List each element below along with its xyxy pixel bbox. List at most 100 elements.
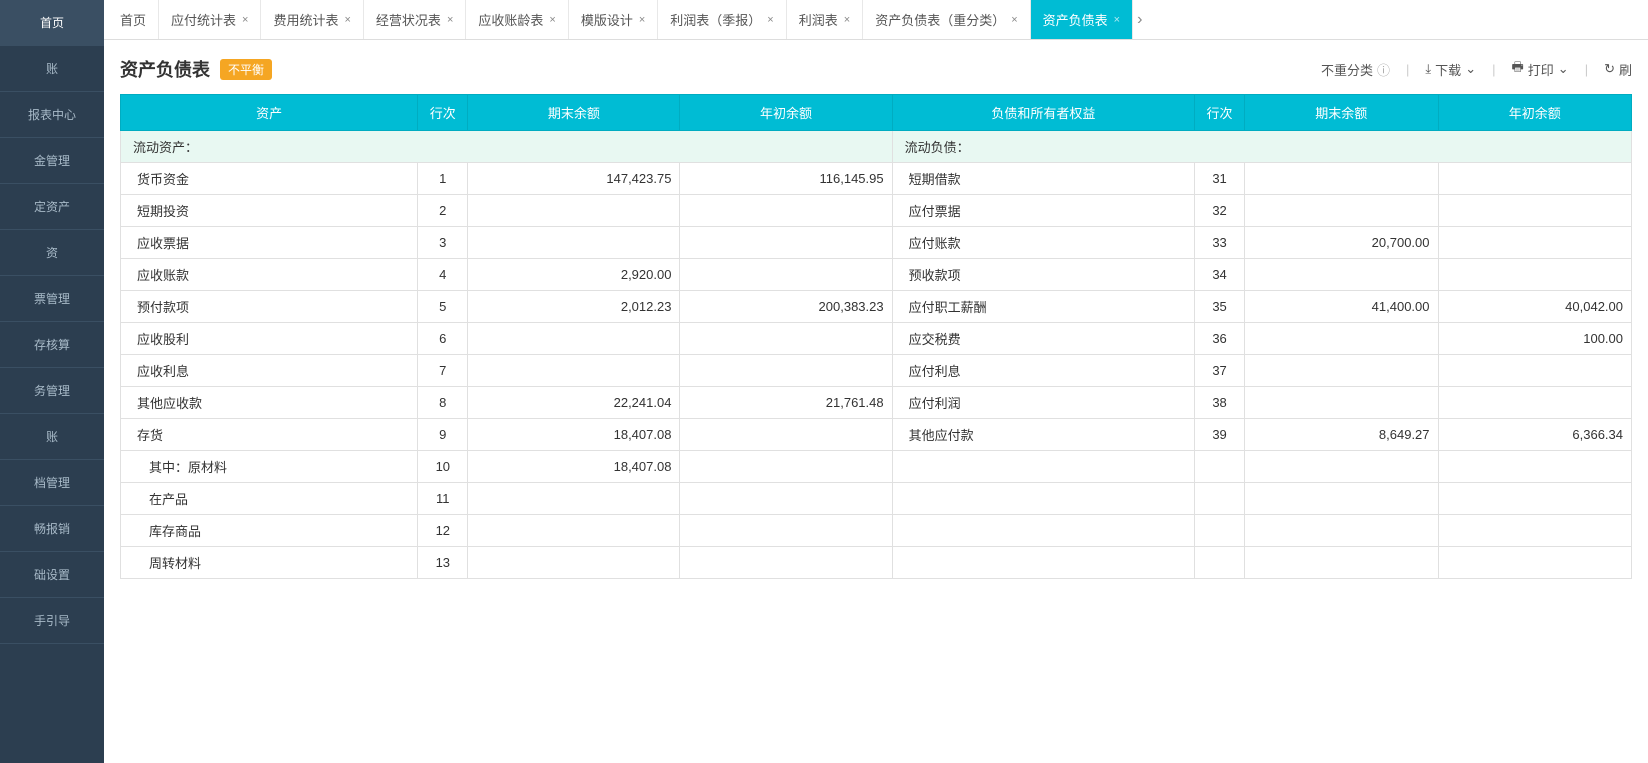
close-tab-bs[interactable]: × [1114, 14, 1120, 26]
table-row[interactable]: 应收利息 7 应付利息 37 [121, 355, 1632, 387]
cell-year-bal [680, 515, 892, 547]
cell-year-bal2 [1438, 227, 1631, 259]
table-row[interactable]: 在产品 11 [121, 483, 1632, 515]
table-row[interactable]: 库存商品 12 [121, 515, 1632, 547]
sidebar-item-business[interactable]: 务管理 [0, 368, 104, 414]
cell-end-bal: 2,012.23 [468, 291, 680, 323]
cell-end-bal2 [1245, 387, 1438, 419]
sidebar-item-invoice[interactable]: 票管理 [0, 276, 104, 322]
sidebar-item-report-center[interactable]: 报表中心 [0, 92, 104, 138]
cell-end-bal2 [1245, 259, 1438, 291]
main-content: 首页 应付统计表 × 费用统计表 × 经营状况表 × 应收账龄表 × 模版设计 … [104, 0, 1648, 763]
tab-profit[interactable]: 利润表 × [787, 0, 863, 40]
no-reclassify-btn[interactable]: 不重分类 ⓘ [1321, 60, 1390, 79]
table-row[interactable]: 应收票据 3 应付账款 33 20,700.00 [121, 227, 1632, 259]
tab-bs-reclassified[interactable]: 资产负债表（重分类） × [863, 0, 1030, 40]
table-row[interactable]: 短期投资 2 应付票据 32 [121, 195, 1632, 227]
tab-profit-q[interactable]: 利润表（季报） × [658, 0, 786, 40]
group-label-assets: 流动资产： [121, 131, 893, 163]
sidebar-item-archive[interactable]: 档管理 [0, 460, 104, 506]
table-row[interactable]: 周转材料 13 [121, 547, 1632, 579]
col-header-year-start-balance2: 年初余额 [1438, 95, 1631, 131]
tab-scroll-right[interactable]: › [1137, 11, 1142, 29]
cell-row-num: 12 [418, 515, 468, 547]
close-tab-ar-age[interactable]: × [549, 14, 555, 26]
sidebar-item-fixed-assets[interactable]: 定资产 [0, 184, 104, 230]
table-row[interactable]: 应收账款 4 2,920.00 预收款项 34 [121, 259, 1632, 291]
table-row[interactable]: 应收股利 6 应交税费 36 100.00 [121, 323, 1632, 355]
cell-year-bal2 [1438, 355, 1631, 387]
tab-bs[interactable]: 资产负债表 × [1031, 0, 1133, 40]
page-body: 资产负债表 不平衡 不重分类 ⓘ | ⤓ 下载 ⌄ | 🖶 打印 ⌄ [104, 40, 1648, 763]
sidebar-item-assets[interactable]: 资 [0, 230, 104, 276]
tab-business-stat[interactable]: 经营状况表 × [364, 0, 466, 40]
cell-row-num2 [1195, 451, 1245, 483]
cell-liability: 应付票据 [892, 195, 1194, 227]
cell-row-num2: 35 [1195, 291, 1245, 323]
cell-asset: 短期投资 [121, 195, 418, 227]
cell-row-num: 4 [418, 259, 468, 291]
close-tab-profit-q[interactable]: × [767, 14, 773, 26]
close-tab-template[interactable]: × [639, 14, 645, 26]
cell-year-bal [680, 355, 892, 387]
sidebar-item-home[interactable]: 首页 [0, 0, 104, 46]
cell-row-num2: 34 [1195, 259, 1245, 291]
cell-end-bal2: 41,400.00 [1245, 291, 1438, 323]
cell-asset: 存货 [121, 419, 418, 451]
cell-year-bal: 116,145.95 [680, 163, 892, 195]
sidebar-item-ledger[interactable]: 账 [0, 414, 104, 460]
page-actions: 不重分类 ⓘ | ⤓ 下载 ⌄ | 🖶 打印 ⌄ | ↻ 刷 [1321, 58, 1632, 80]
tab-ar-age[interactable]: 应收账龄表 × [466, 0, 568, 40]
sidebar-item-expense[interactable]: 畅报销 [0, 506, 104, 552]
cell-liability: 应付利息 [892, 355, 1194, 387]
cell-liability: 应付利润 [892, 387, 1194, 419]
table-row[interactable]: 存货 9 18,407.08 其他应付款 39 8,649.27 6,366.3… [121, 419, 1632, 451]
print-btn[interactable]: 🖶 打印 ⌄ [1511, 58, 1568, 80]
table-row[interactable]: 其中：原材料 10 18,407.08 [121, 451, 1632, 483]
cell-row-num2 [1195, 515, 1245, 547]
tab-home[interactable]: 首页 [108, 0, 159, 40]
report-table: 资产 行次 期末余额 年初余额 负债和所有者权益 行次 期末余额 年初余额 流动… [120, 94, 1632, 579]
tab-template[interactable]: 模版设计 × [569, 0, 658, 40]
sidebar-item-account[interactable]: 账 [0, 46, 104, 92]
chevron-down-icon-2: ⌄ [1558, 61, 1569, 77]
cell-year-bal2 [1438, 163, 1631, 195]
table-row[interactable]: 货币资金 1 147,423.75 116,145.95 短期借款 31 [121, 163, 1632, 195]
cell-liability: 应付职工薪酬 [892, 291, 1194, 323]
cell-liability [892, 451, 1194, 483]
tab-expense-stat[interactable]: 费用统计表 × [261, 0, 363, 40]
cell-year-bal [680, 547, 892, 579]
cell-liability: 其他应付款 [892, 419, 1194, 451]
cell-liability: 应交税费 [892, 323, 1194, 355]
tab-ap-stat[interactable]: 应付统计表 × [159, 0, 261, 40]
cell-year-bal2 [1438, 515, 1631, 547]
sidebar-item-finance[interactable]: 金管理 [0, 138, 104, 184]
close-tab-ap-stat[interactable]: × [242, 14, 248, 26]
page-title: 资产负债表 [120, 56, 210, 82]
cell-row-num2: 31 [1195, 163, 1245, 195]
table-row[interactable]: 其他应收款 8 22,241.04 21,761.48 应付利润 38 [121, 387, 1632, 419]
cell-end-bal: 18,407.08 [468, 419, 680, 451]
sidebar-item-guide[interactable]: 手引导 [0, 598, 104, 644]
download-btn[interactable]: ⤓ 下载 ⌄ [1425, 60, 1476, 79]
cell-row-num2: 32 [1195, 195, 1245, 227]
cell-row-num: 10 [418, 451, 468, 483]
table-row[interactable]: 预付款项 5 2,012.23 200,383.23 应付职工薪酬 35 41,… [121, 291, 1632, 323]
chevron-down-icon: ⌄ [1465, 61, 1476, 77]
close-tab-bs-reclassified[interactable]: × [1011, 14, 1017, 26]
cell-row-num: 9 [418, 419, 468, 451]
cell-liability: 短期借款 [892, 163, 1194, 195]
sidebar-item-stock[interactable]: 存核算 [0, 322, 104, 368]
refresh-btn[interactable]: ↻ 刷 [1604, 60, 1632, 79]
close-tab-expense-stat[interactable]: × [344, 14, 350, 26]
close-tab-profit[interactable]: × [844, 14, 850, 26]
group-label-liabilities: 流动负债： [892, 131, 1631, 163]
sidebar-item-base-settings[interactable]: 础设置 [0, 552, 104, 598]
cell-year-bal2: 100.00 [1438, 323, 1631, 355]
cell-asset: 库存商品 [121, 515, 418, 547]
cell-end-bal [468, 227, 680, 259]
close-tab-business-stat[interactable]: × [447, 14, 453, 26]
cell-asset: 其他应收款 [121, 387, 418, 419]
cell-asset: 其中：原材料 [121, 451, 418, 483]
col-header-row-num: 行次 [418, 95, 468, 131]
